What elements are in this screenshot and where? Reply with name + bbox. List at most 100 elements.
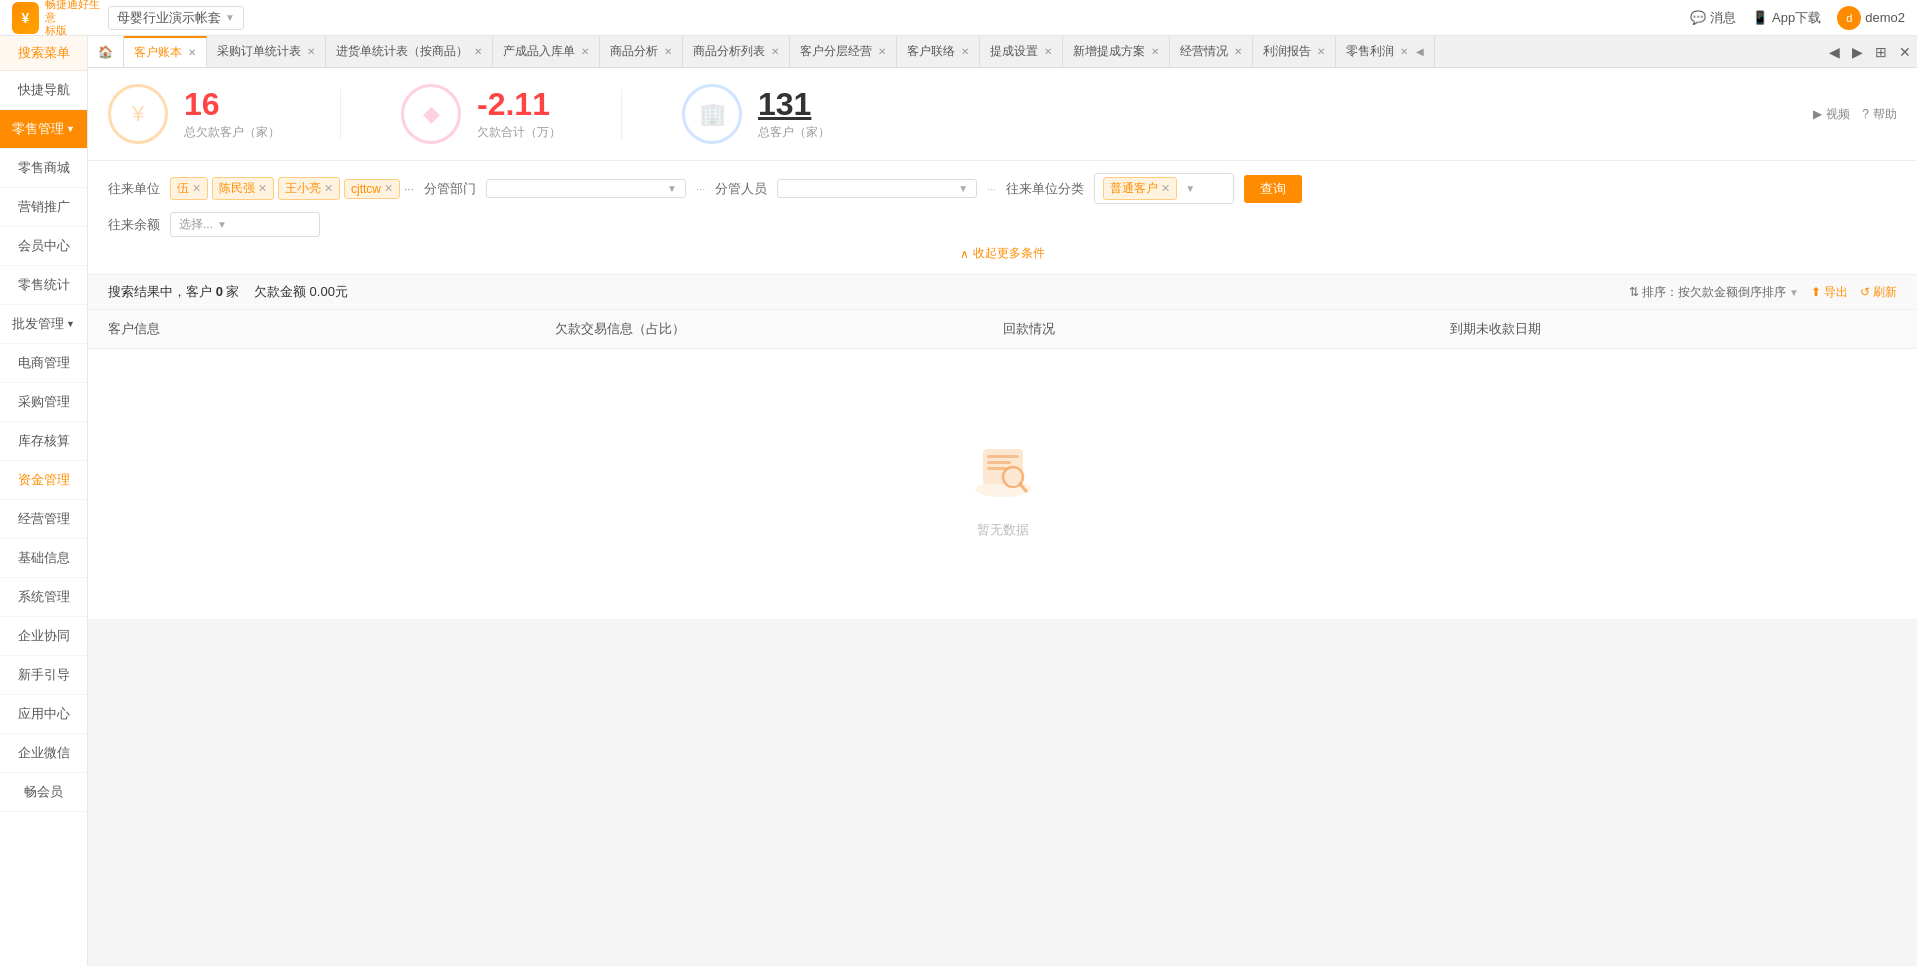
tab-close-icon[interactable]: ✕ — [188, 47, 196, 58]
classify-chevron-icon: ▼ — [1185, 183, 1195, 194]
app-download-button[interactable]: 📱 App下载 — [1752, 9, 1821, 27]
tab-nav-left[interactable]: ◀ — [1823, 36, 1846, 68]
help-doc-btn[interactable]: ? 帮助 — [1862, 106, 1897, 123]
filter-tag-cjttcw: cjttcw ✕ — [344, 179, 400, 199]
sidebar-item-system-mgmt[interactable]: 系统管理 — [0, 578, 87, 617]
filter-dept-select[interactable]: ▼ — [486, 179, 686, 198]
sidebar-item-purchase-mgmt[interactable]: 采购管理 — [0, 383, 87, 422]
download-icon: 📱 — [1752, 10, 1768, 25]
tab-close-icon[interactable]: ✕ — [1400, 46, 1408, 57]
sidebar-item-wholesale-mgmt[interactable]: 批发管理 ▼ — [0, 305, 87, 344]
col-debt-info: 欠款交易信息（占比） — [555, 320, 1002, 338]
tag-close-cjttcw[interactable]: ✕ — [384, 182, 393, 195]
query-button[interactable]: 查询 — [1244, 175, 1302, 203]
tab-goods-analysis[interactable]: 商品分析 ✕ — [600, 36, 683, 68]
org-selector[interactable]: 母婴行业演示帐套 ▼ — [108, 6, 244, 30]
tab-bar-end: ◀ ▶ ⊞ ✕ — [1823, 36, 1917, 68]
filter-person-select[interactable]: ▼ — [777, 179, 977, 198]
tab-customer-tier[interactable]: 客户分层经营 ✕ — [790, 36, 897, 68]
stat-value-group-2: -2.11 欠款合计（万） — [477, 88, 561, 141]
sidebar-item-quick-nav[interactable]: 快捷导航 — [0, 71, 87, 110]
more-tags-btn[interactable]: ··· — [404, 182, 414, 196]
refresh-icon: ↺ — [1860, 285, 1870, 299]
tab-close-icon[interactable]: ✕ — [581, 46, 589, 57]
sidebar-item-enterprise-wechat[interactable]: 企业微信 — [0, 734, 87, 773]
tab-close-icon[interactable]: ✕ — [307, 46, 315, 57]
top-bar-left: ¥ 畅捷通好生意 标版 母婴行业演示帐套 ▼ — [12, 0, 244, 37]
divider-1 — [340, 89, 341, 139]
divider-2 — [621, 89, 622, 139]
export-button[interactable]: ⬆ 导出 — [1811, 284, 1848, 301]
stats-bar: ¥ 16 总欠款客户（家） ◆ -2.11 欠款合计（万） — [88, 68, 1917, 161]
sidebar-item-inventory[interactable]: 库存核算 — [0, 422, 87, 461]
refresh-button[interactable]: ↺ 刷新 — [1860, 284, 1897, 301]
tab-close-icon[interactable]: ✕ — [961, 46, 969, 57]
tab-close-icon[interactable]: ✕ — [1234, 46, 1242, 57]
sidebar-item-marketing[interactable]: 营销推广 — [0, 188, 87, 227]
tab-business-status[interactable]: 经营情况 ✕ — [1170, 36, 1253, 68]
sidebar-item-app-center[interactable]: 应用中心 — [0, 695, 87, 734]
tab-close-icon[interactable]: ✕ — [664, 46, 672, 57]
tab-close-icon[interactable]: ✕ — [878, 46, 886, 57]
collapse-button[interactable]: ∧ 收起更多条件 — [960, 245, 1045, 262]
tag-close-wang[interactable]: ✕ — [324, 182, 333, 195]
tab-customer-ledger[interactable]: 客户账本 ✕ — [124, 36, 207, 68]
dept-more-icon[interactable]: ··· — [696, 183, 705, 195]
sidebar-item-retail-mall[interactable]: 零售商城 — [0, 149, 87, 188]
export-icon: ⬆ — [1811, 285, 1821, 299]
help-video-btn[interactable]: ▶ 视频 — [1813, 106, 1850, 123]
sidebar-item-enterprise-collab[interactable]: 企业协同 — [0, 617, 87, 656]
person-more-icon[interactable]: ··· — [987, 183, 996, 195]
message-button[interactable]: 💬 消息 — [1690, 9, 1736, 27]
sidebar-item-operations[interactable]: 经营管理 — [0, 500, 87, 539]
tab-goods-analysis-list[interactable]: 商品分析列表 ✕ — [683, 36, 790, 68]
filter-row-1: 往来单位 伍 ✕ 陈民强 ✕ 王小亮 ✕ — [108, 173, 1897, 204]
sidebar-item-retail-mgmt[interactable]: 零售管理 ▼ — [0, 110, 87, 149]
tab-product-warehouse[interactable]: 产成品入库单 ✕ — [493, 36, 600, 68]
filter-classify-select[interactable]: 普通客户 ✕ ▼ — [1094, 173, 1234, 204]
sidebar-item-beginner-guide[interactable]: 新手引导 — [0, 656, 87, 695]
stat-icon-yuan: ¥ — [108, 84, 168, 144]
sidebar-item-basic-info[interactable]: 基础信息 — [0, 539, 87, 578]
tab-incoming-stats[interactable]: 进货单统计表（按商品） ✕ — [326, 36, 493, 68]
filter-label-classify: 往来单位分类 — [1006, 180, 1084, 198]
top-bar: ¥ 畅捷通好生意 标版 母婴行业演示帐套 ▼ 💬 消息 📱 App下载 d de… — [0, 0, 1917, 36]
tab-nav-right[interactable]: ▶ — [1846, 36, 1869, 68]
tab-profit-report[interactable]: 利润报告 ✕ — [1253, 36, 1336, 68]
tab-commission-settings[interactable]: 提成设置 ✕ — [980, 36, 1063, 68]
tab-expand-btn[interactable]: ⊞ — [1869, 36, 1893, 68]
play-icon: ▶ — [1813, 107, 1822, 121]
sidebar-item-retail-stats[interactable]: 零售统计 — [0, 266, 87, 305]
filter-balance-select[interactable]: 选择... ▼ — [170, 212, 320, 237]
sidebar-item-member[interactable]: 畅会员 — [0, 773, 87, 812]
message-icon: 💬 — [1690, 10, 1706, 25]
tab-new-commission[interactable]: 新增提成方案 ✕ — [1063, 36, 1170, 68]
stat-value-group-3: 131 总客户（家） — [758, 88, 830, 141]
tab-close-icon[interactable]: ✕ — [1044, 46, 1052, 57]
tab-close-icon[interactable]: ✕ — [1151, 46, 1159, 57]
filter-area: 往来单位 伍 ✕ 陈民强 ✕ 王小亮 ✕ — [88, 161, 1917, 275]
tag-close-wu[interactable]: ✕ — [192, 182, 201, 195]
tab-close-icon[interactable]: ✕ — [771, 46, 779, 57]
home-icon: 🏠 — [98, 45, 113, 59]
sidebar-item-ecommerce[interactable]: 电商管理 — [0, 344, 87, 383]
svg-rect-2 — [987, 455, 1019, 458]
tab-left-icon[interactable]: ◀ — [1416, 46, 1424, 57]
sort-select[interactable]: ⇅ 排序：按欠款金额倒序排序 ▼ — [1629, 284, 1799, 301]
tab-customer-contact[interactable]: 客户联络 ✕ — [897, 36, 980, 68]
sidebar-item-finance-mgmt[interactable]: 资金管理 — [0, 461, 87, 500]
collapse-row: ∧ 收起更多条件 — [108, 245, 1897, 262]
tag-close-chen[interactable]: ✕ — [258, 182, 267, 195]
sidebar-item-member-center[interactable]: 会员中心 — [0, 227, 87, 266]
tag-close-common-customer[interactable]: ✕ — [1161, 182, 1170, 195]
tab-home[interactable]: 🏠 — [88, 36, 124, 68]
tab-close-icon[interactable]: ✕ — [1317, 46, 1325, 57]
tab-purchase-order-stats[interactable]: 采购订单统计表 ✕ — [207, 36, 326, 68]
filter-label-person: 分管人员 — [715, 180, 767, 198]
tab-retail-profit[interactable]: 零售利润 ✕ ◀ — [1336, 36, 1435, 68]
sidebar-item-search[interactable]: 搜索菜单 — [0, 36, 87, 71]
user-menu[interactable]: d demo2 — [1837, 6, 1905, 30]
tab-close-all-btn[interactable]: ✕ — [1893, 36, 1917, 68]
tab-close-icon[interactable]: ✕ — [474, 46, 482, 57]
search-result-bar: 搜索结果中，客户 0 家 欠款金额 0.00元 ⇅ 排序：按欠款金额倒序排序 ▼… — [88, 275, 1917, 310]
